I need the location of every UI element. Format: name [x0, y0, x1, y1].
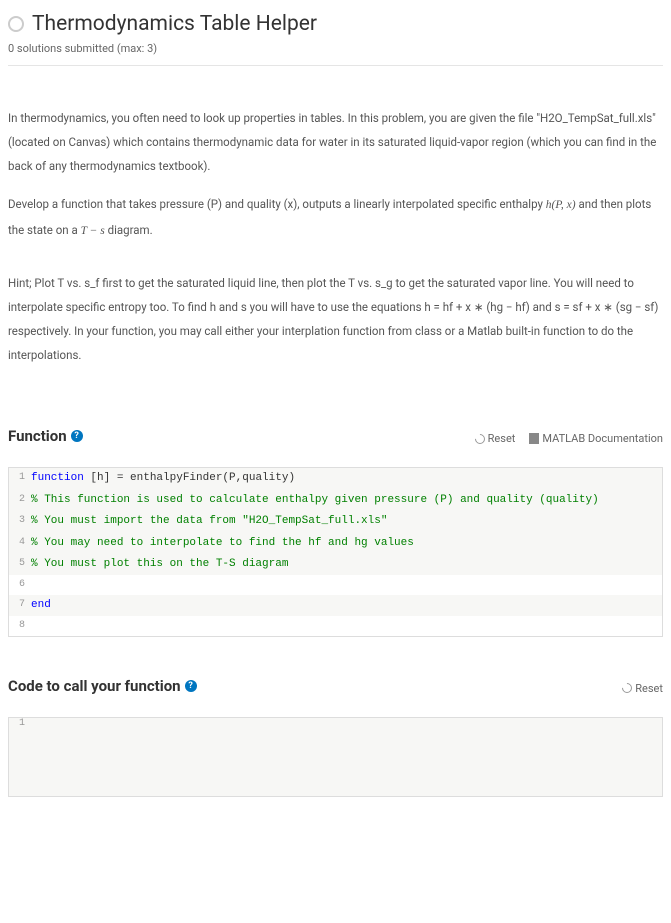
call-code-editor[interactable]: 1	[8, 717, 663, 797]
reset-icon	[620, 681, 634, 695]
title-row: Thermodynamics Table Helper	[8, 12, 663, 36]
line-number: 4	[9, 533, 31, 554]
call-heading: Code to call your function ?	[8, 677, 197, 695]
equation-h: h = hf + x ∗ (hg − hf)	[424, 300, 529, 314]
call-section-header: Code to call your function ? Reset	[8, 677, 663, 695]
status-circle-icon	[8, 16, 24, 32]
divider	[8, 65, 663, 66]
call-actions: Reset	[622, 682, 663, 695]
description-paragraph-2: Develop a function that takes pressure (…	[8, 192, 663, 242]
reset-button[interactable]: Reset	[622, 682, 663, 695]
function-code-editor[interactable]: 1 function [h] = enthalpyFinder(P,qualit…	[8, 467, 663, 637]
function-actions: Reset MATLAB Documentation	[475, 432, 663, 445]
hint-text: Hint; Plot T vs. s_f first to get the sa…	[8, 271, 663, 368]
line-number: 5	[9, 554, 31, 575]
function-section-header: Function ? Reset MATLAB Documentation	[8, 427, 663, 445]
function-heading: Function ?	[8, 427, 83, 445]
doc-icon	[529, 433, 539, 444]
description-paragraph-1: In thermodynamics, you often need to loo…	[8, 106, 663, 178]
line-number: 3	[9, 511, 31, 532]
line-number: 2	[9, 490, 31, 511]
help-icon[interactable]: ?	[185, 680, 197, 692]
reset-button[interactable]: Reset	[475, 432, 516, 445]
help-icon[interactable]: ?	[71, 430, 83, 442]
matlab-docs-link[interactable]: MATLAB Documentation	[529, 432, 663, 445]
line-number: 6	[9, 575, 31, 595]
line-number: 8	[9, 616, 31, 636]
line-number: 7	[9, 595, 31, 616]
equation-s: s = sf + x ∗ (sg − sf)	[555, 300, 659, 314]
submission-count: 0 solutions submitted (max: 3)	[8, 42, 663, 55]
page-title: Thermodynamics Table Helper	[32, 12, 317, 36]
problem-description: In thermodynamics, you often need to loo…	[8, 106, 663, 243]
line-number: 1	[9, 718, 31, 729]
reset-icon	[473, 432, 487, 446]
line-number: 1	[9, 468, 31, 489]
